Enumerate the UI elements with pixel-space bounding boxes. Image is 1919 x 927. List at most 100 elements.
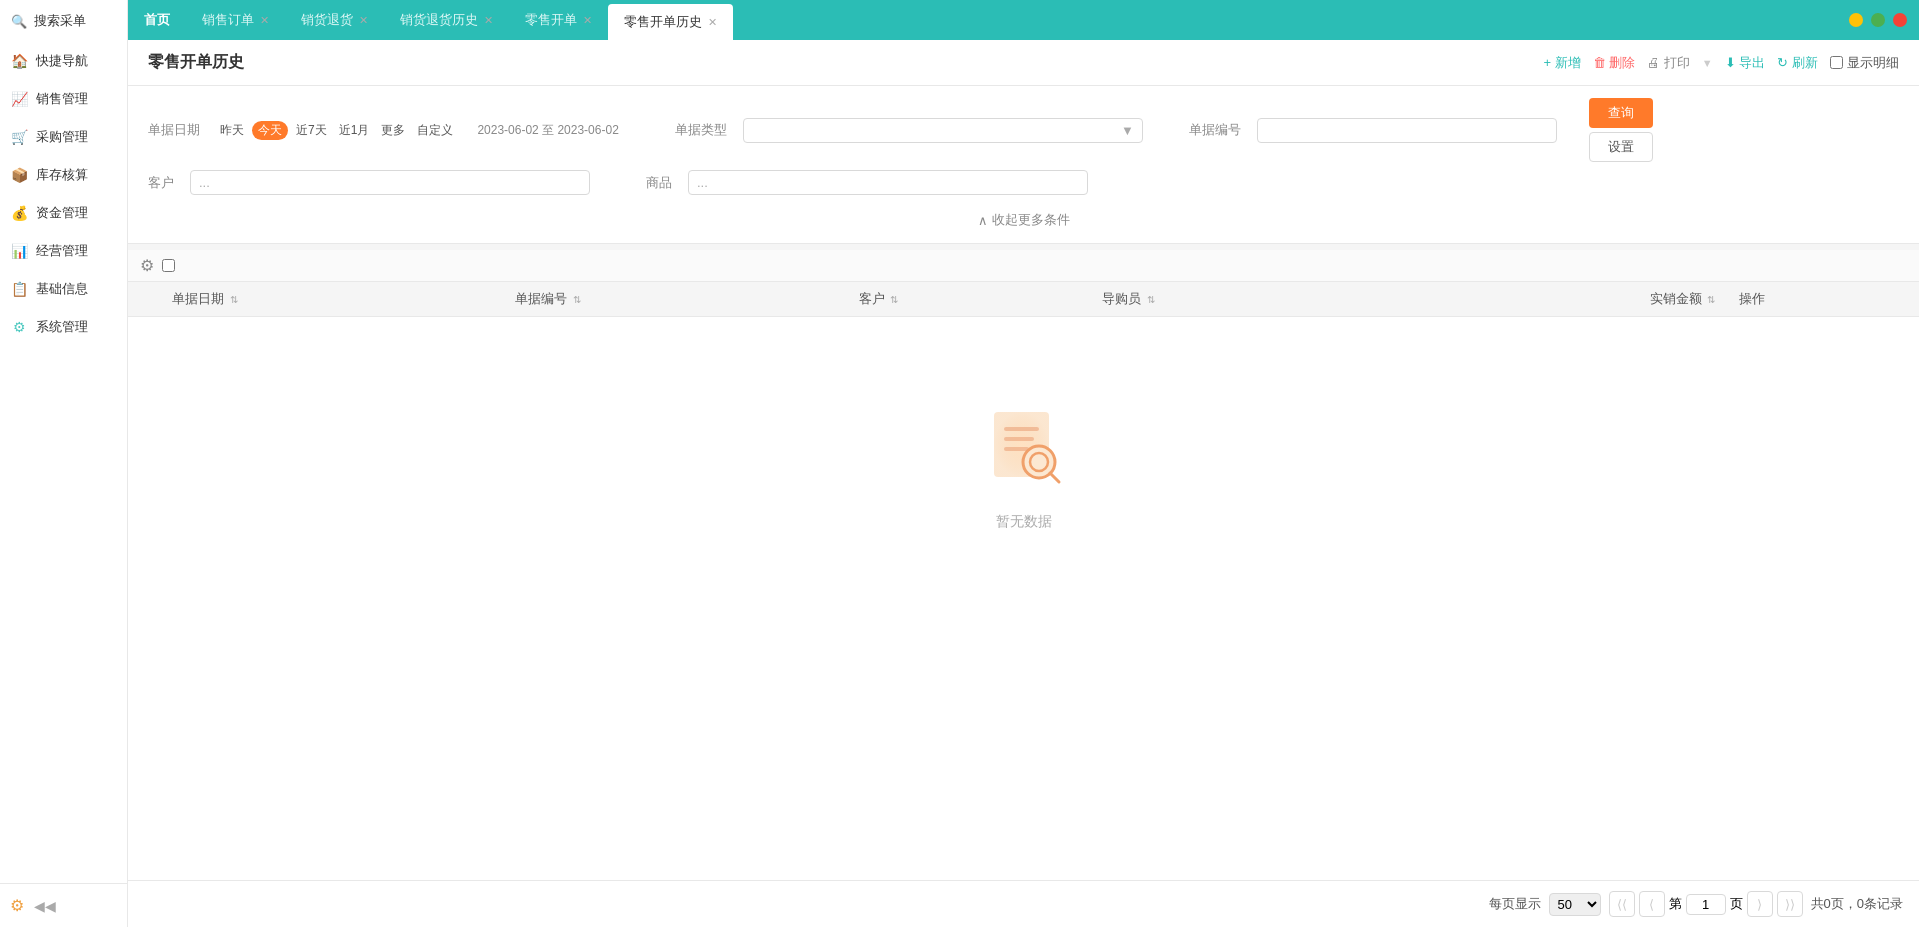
tab-sales-return-label: 销货退货 bbox=[301, 11, 353, 29]
customer-ellipsis: ... bbox=[199, 175, 210, 190]
sidebar-item-basic-info[interactable]: 📋 基础信息 bbox=[0, 270, 127, 308]
tab-sales-return-history[interactable]: 销货退货历史 ✕ bbox=[384, 0, 509, 40]
date-btn-7days[interactable]: 近7天 bbox=[292, 121, 331, 140]
sidebar-item-sales-mgmt[interactable]: 📈 销售管理 bbox=[0, 80, 127, 118]
sidebar-item-label: 经营管理 bbox=[36, 242, 88, 260]
sidebar-search[interactable]: 🔍 搜索采单 bbox=[0, 0, 127, 42]
page-input[interactable] bbox=[1686, 894, 1726, 915]
tab-retail-open-label: 零售开单 bbox=[525, 11, 577, 29]
settings-icon[interactable]: ⚙ bbox=[10, 896, 24, 915]
collapse-label: 收起更多条件 bbox=[992, 211, 1070, 229]
tab-retail-open[interactable]: 零售开单 ✕ bbox=[509, 0, 608, 40]
filter-row-1: 单据日期 昨天 今天 近7天 近1月 更多 自定义 2023-06-02 至 2… bbox=[148, 98, 1899, 162]
window-close[interactable] bbox=[1893, 13, 1907, 27]
th-customer[interactable]: 客户 ⇅ bbox=[847, 282, 1091, 317]
th-guide[interactable]: 导购员 ⇅ bbox=[1090, 282, 1384, 317]
search-icon: 🔍 bbox=[10, 12, 28, 30]
ops-icon: 📊 bbox=[10, 242, 28, 260]
inventory-icon: 📦 bbox=[10, 166, 28, 184]
refresh-button[interactable]: ↻ 刷新 bbox=[1777, 54, 1818, 72]
show-detail-label: 显示明细 bbox=[1847, 54, 1899, 72]
sidebar-item-label: 基础信息 bbox=[36, 280, 88, 298]
sidebar-search-label: 搜索采单 bbox=[34, 12, 86, 30]
table-container: 单据日期 ⇅ 单据编号 ⇅ 客户 ⇅ bbox=[128, 282, 1919, 880]
date-btn-today[interactable]: 今天 bbox=[252, 121, 288, 140]
collapse-icon: ∧ bbox=[978, 213, 988, 228]
next-page-btn[interactable]: ⟩ bbox=[1747, 891, 1773, 917]
goods-filter-select[interactable]: ... bbox=[688, 170, 1088, 195]
purchase-icon: 🛒 bbox=[10, 128, 28, 146]
sidebar: 🔍 搜索采单 🏠 快捷导航 📈 销售管理 🛒 采购管理 📦 库存核算 💰 资金管… bbox=[0, 0, 128, 927]
per-page-label: 每页显示 bbox=[1489, 895, 1541, 913]
th-date[interactable]: 单据日期 ⇅ bbox=[160, 282, 503, 317]
sidebar-item-finance[interactable]: 💰 资金管理 bbox=[0, 194, 127, 232]
table-settings-icon[interactable]: ⚙ bbox=[140, 256, 154, 275]
date-btn-more[interactable]: 更多 bbox=[377, 121, 409, 140]
settings-button[interactable]: 设置 bbox=[1589, 132, 1653, 162]
date-btn-1month[interactable]: 近1月 bbox=[335, 121, 374, 140]
sidebar-item-quick-nav[interactable]: 🏠 快捷导航 bbox=[0, 42, 127, 80]
th-operation: 操作 bbox=[1727, 282, 1919, 317]
sidebar-item-inventory[interactable]: 📦 库存核算 bbox=[0, 156, 127, 194]
tab-retail-open-history-close[interactable]: ✕ bbox=[708, 16, 717, 29]
tab-sales-return-history-close[interactable]: ✕ bbox=[484, 14, 493, 27]
basic-info-icon: 📋 bbox=[10, 280, 28, 298]
finance-icon: 💰 bbox=[10, 204, 28, 222]
query-button[interactable]: 查询 bbox=[1589, 98, 1653, 128]
tab-sales-order-close[interactable]: ✕ bbox=[260, 14, 269, 27]
date-btn-custom[interactable]: 自定义 bbox=[413, 121, 457, 140]
collapse-icon[interactable]: ◀◀ bbox=[34, 898, 56, 914]
show-detail-checkbox[interactable] bbox=[1830, 56, 1843, 69]
sidebar-item-purchase-mgmt[interactable]: 🛒 采购管理 bbox=[0, 118, 127, 156]
collapse-row: ∧ 收起更多条件 bbox=[148, 203, 1899, 235]
window-minimize[interactable] bbox=[1849, 13, 1863, 27]
svg-line-6 bbox=[1050, 473, 1059, 482]
date-btn-yesterday[interactable]: 昨天 bbox=[216, 121, 248, 140]
tab-home[interactable]: 首页 bbox=[128, 0, 186, 40]
tab-retail-open-close[interactable]: ✕ bbox=[583, 14, 592, 27]
th-checkbox bbox=[128, 282, 160, 317]
svg-rect-1 bbox=[1004, 427, 1039, 431]
number-filter-input[interactable] bbox=[1257, 118, 1557, 143]
tab-sales-order[interactable]: 销售订单 ✕ bbox=[186, 0, 285, 40]
delete-button[interactable]: 🗑 删除 bbox=[1593, 54, 1636, 72]
sidebar-item-label: 销售管理 bbox=[36, 90, 88, 108]
last-page-btn[interactable]: ⟩⟩ bbox=[1777, 891, 1803, 917]
select-all-checkbox[interactable] bbox=[162, 259, 175, 272]
th-number[interactable]: 单据编号 ⇅ bbox=[503, 282, 846, 317]
customer-filter-select[interactable]: ... bbox=[190, 170, 590, 195]
tab-retail-open-history[interactable]: 零售开单历史 ✕ bbox=[608, 4, 733, 40]
show-detail-checkbox-area: 显示明细 bbox=[1830, 54, 1899, 72]
sidebar-item-label: 系统管理 bbox=[36, 318, 88, 336]
goods-filter-label: 商品 bbox=[646, 174, 672, 192]
export-button[interactable]: ⬇ 导出 bbox=[1725, 54, 1766, 72]
sidebar-item-sys-mgmt[interactable]: ⚙ 系统管理 bbox=[0, 308, 127, 346]
first-page-btn[interactable]: ⟨⟨ bbox=[1609, 891, 1635, 917]
svg-rect-2 bbox=[1004, 437, 1034, 441]
empty-icon bbox=[974, 397, 1074, 497]
tab-sales-return-close[interactable]: ✕ bbox=[359, 14, 368, 27]
print-button[interactable]: 🖨 打印 bbox=[1647, 54, 1690, 72]
sidebar-item-ops-mgmt[interactable]: 📊 经营管理 bbox=[0, 232, 127, 270]
window-maximize[interactable] bbox=[1871, 13, 1885, 27]
sys-icon: ⚙ bbox=[10, 318, 28, 336]
date-filter-label: 单据日期 bbox=[148, 121, 200, 139]
tab-sales-return[interactable]: 销货退货 ✕ bbox=[285, 0, 384, 40]
print-arrow[interactable]: ▼ bbox=[1702, 57, 1713, 69]
customer-filter-label: 客户 bbox=[148, 174, 174, 192]
sidebar-item-label: 采购管理 bbox=[36, 128, 88, 146]
th-amount[interactable]: 实销金额 ⇅ bbox=[1384, 282, 1727, 317]
prev-page-btn[interactable]: ⟨ bbox=[1639, 891, 1665, 917]
page-header: 零售开单历史 + 新增 🗑 删除 🖨 打印 ▼ ⬇ 导出 ↻ 刷新 显示明细 bbox=[128, 40, 1919, 86]
sidebar-bottom: ⚙ ◀◀ bbox=[0, 883, 127, 927]
sort-customer-icon: ⇅ bbox=[890, 294, 898, 305]
collapse-button[interactable]: ∧ 收起更多条件 bbox=[978, 207, 1070, 233]
tab-sales-order-label: 销售订单 bbox=[202, 11, 254, 29]
page-title: 零售开单历史 bbox=[148, 52, 244, 73]
type-filter-select[interactable]: ▼ bbox=[743, 118, 1143, 143]
tab-sales-return-history-label: 销货退货历史 bbox=[400, 11, 478, 29]
date-filter-buttons: 昨天 今天 近7天 近1月 更多 自定义 bbox=[216, 121, 457, 140]
type-select-arrow: ▼ bbox=[1121, 123, 1134, 138]
add-button[interactable]: + 新增 bbox=[1543, 54, 1580, 72]
per-page-select[interactable]: 50 100 200 bbox=[1549, 893, 1601, 916]
